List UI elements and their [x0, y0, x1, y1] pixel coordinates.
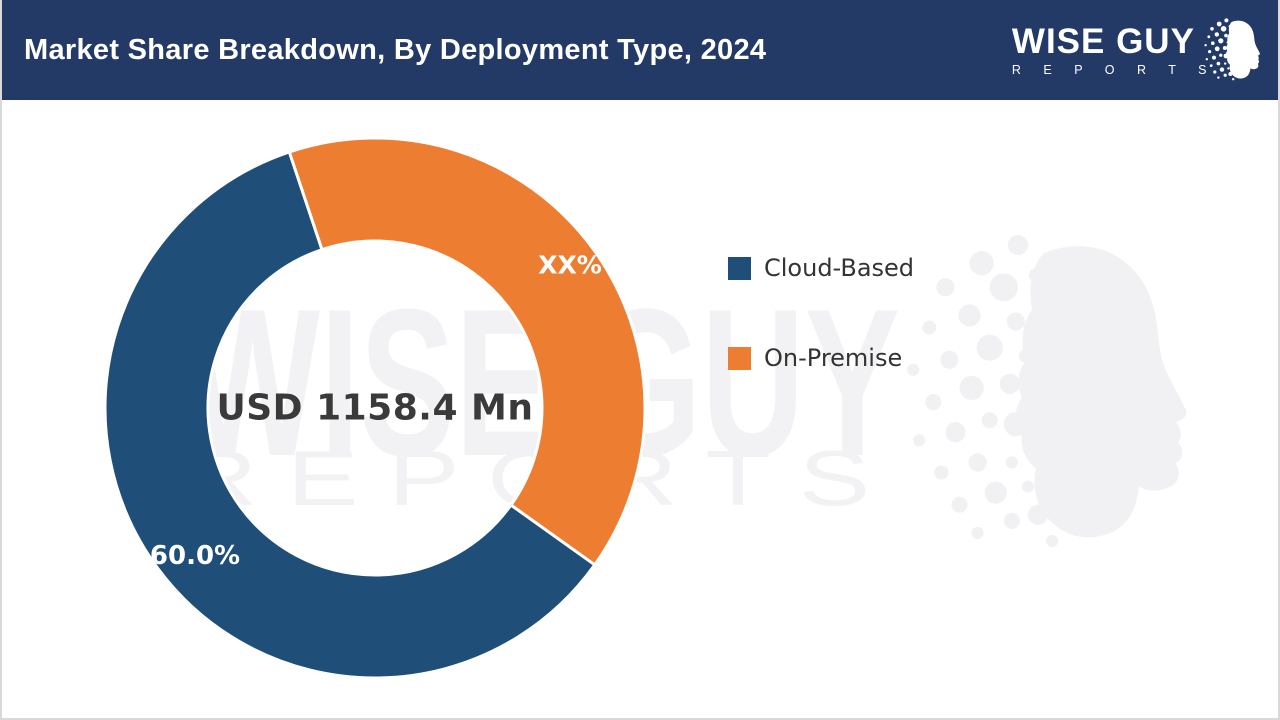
- legend-label-cloud-based: Cloud-Based: [764, 254, 915, 282]
- wiseguy-face-icon: [1204, 18, 1260, 81]
- legend-swatch-on-premise: [728, 346, 751, 370]
- chart-area: WISE GUY R E P O R T S 60.0% XX% USD 115…: [0, 100, 1280, 720]
- logo-text: WISE GUY R E P O R T S: [1012, 24, 1216, 77]
- logo-subtext: R E P O R T S: [1011, 62, 1216, 77]
- slice-label-on-premise: XX%: [538, 250, 602, 280]
- legend-item-cloud-based: Cloud-Based: [728, 254, 914, 282]
- donut-slice-on-premise: [287, 136, 647, 567]
- slice-label-cloud-based: 60.0%: [149, 541, 241, 571]
- chart-legend: Cloud-Based On-Premise: [728, 254, 914, 434]
- wiseguy-logo: WISE GUY R E P O R T S: [1012, 8, 1262, 92]
- legend-swatch-cloud-based: [728, 256, 751, 280]
- donut-chart: [103, 136, 647, 680]
- logo-wordmark: WISE GUY: [1011, 21, 1195, 61]
- legend-label-on-premise: On-Premise: [764, 344, 903, 372]
- infographic-page: Market Share Breakdown, By Deployment Ty…: [0, 0, 1280, 720]
- header-bar: Market Share Breakdown, By Deployment Ty…: [0, 0, 1280, 100]
- legend-item-on-premise: On-Premise: [728, 344, 914, 372]
- donut-center-value: USD 1158.4 Mn: [216, 387, 534, 429]
- page-title: Market Share Breakdown, By Deployment Ty…: [24, 33, 767, 66]
